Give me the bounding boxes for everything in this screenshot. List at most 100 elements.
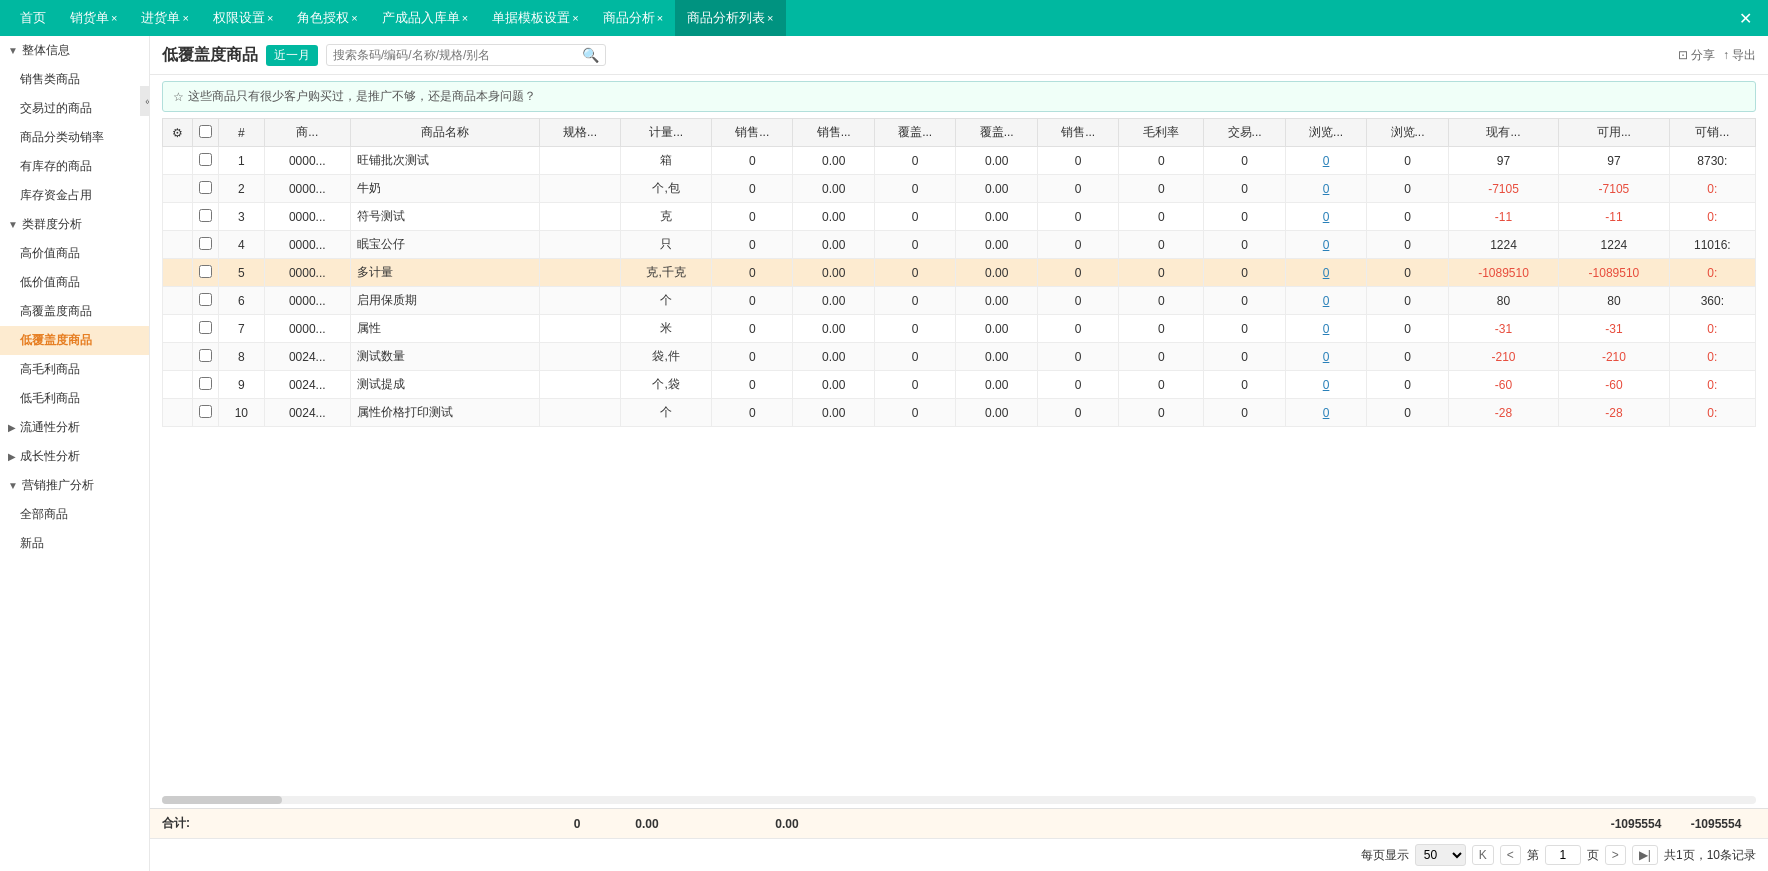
cell-checkbox[interactable] — [193, 203, 219, 231]
nav-close-permission[interactable]: × — [267, 12, 273, 24]
total-cover2: 0.00 — [752, 817, 822, 831]
cell-browse1[interactable]: 0 — [1285, 259, 1366, 287]
nav-sales[interactable]: 销货单 × — [58, 0, 129, 36]
page-number-input[interactable] — [1545, 845, 1581, 865]
sidebar-item-high-margin[interactable]: 高毛利商品 — [0, 355, 149, 384]
row-checkbox[interactable] — [199, 293, 212, 306]
cell-browse1[interactable]: 0 — [1285, 147, 1366, 175]
sidebar-item-traded-goods[interactable]: 交易过的商品 — [0, 94, 149, 123]
sidebar-item-stocked-goods[interactable]: 有库存的商品 — [0, 152, 149, 181]
cell-checkbox[interactable] — [193, 343, 219, 371]
sidebar-item-new-goods[interactable]: 新品 — [0, 529, 149, 558]
nav-role[interactable]: 角色授权 × — [285, 0, 369, 36]
sidebar-item-all-goods[interactable]: 全部商品 — [0, 500, 149, 529]
sidebar-section-cluster[interactable]: ▼ 类群度分析 — [0, 210, 149, 239]
sidebar-collapse-btn[interactable]: « — [140, 86, 150, 116]
cell-checkbox[interactable] — [193, 399, 219, 427]
total-info: 共1页，10条记录 — [1664, 847, 1756, 864]
sidebar-item-high-coverage[interactable]: 高覆盖度商品 — [0, 297, 149, 326]
cell-checkbox[interactable] — [193, 287, 219, 315]
row-checkbox[interactable] — [199, 265, 212, 278]
cell-browse1[interactable]: 0 — [1285, 399, 1366, 427]
window-close-btn[interactable]: ✕ — [1731, 9, 1760, 28]
export-button[interactable]: ↑ 导出 — [1723, 47, 1756, 64]
cell-num: 6 — [219, 287, 265, 315]
nav-close-production[interactable]: × — [462, 12, 468, 24]
col-sales-amt: 销售... — [793, 119, 874, 147]
sidebar-item-category-rate[interactable]: 商品分类动销率 — [0, 123, 149, 152]
col-settings[interactable]: ⚙ — [163, 119, 193, 147]
sidebar-item-low-margin[interactable]: 低毛利商品 — [0, 384, 149, 413]
col-checkbox[interactable] — [193, 119, 219, 147]
period-button[interactable]: 近一月 — [266, 45, 318, 66]
cell-checkbox[interactable] — [193, 315, 219, 343]
sidebar-item-low-value[interactable]: 低价值商品 — [0, 268, 149, 297]
cell-checkbox[interactable] — [193, 175, 219, 203]
cell-browse1[interactable]: 0 — [1285, 175, 1366, 203]
select-all-checkbox[interactable] — [199, 125, 212, 138]
nav-close-analysis[interactable]: × — [657, 12, 663, 24]
nav-close-role[interactable]: × — [351, 12, 357, 24]
next-page-btn[interactable]: > — [1605, 845, 1626, 865]
cell-browse2: 0 — [1367, 175, 1448, 203]
cell-browse1[interactable]: 0 — [1285, 371, 1366, 399]
table-header-row: ⚙ # 商... 商品名称 规格... 计量... 销售... 销售... 覆盖… — [163, 119, 1756, 147]
nav-close-sales[interactable]: × — [111, 12, 117, 24]
nav-home[interactable]: 首页 — [8, 0, 58, 36]
scrollbar-thumb[interactable] — [162, 796, 282, 804]
search-icon[interactable]: 🔍 — [582, 47, 599, 63]
cell-sales2: 0 — [1037, 399, 1118, 427]
nav-purchase[interactable]: 进货单 × — [129, 0, 200, 36]
sidebar-section-marketing[interactable]: ▼ 营销推广分析 — [0, 471, 149, 500]
row-checkbox[interactable] — [199, 237, 212, 250]
cell-cover1: 0 — [874, 287, 955, 315]
row-checkbox[interactable] — [199, 349, 212, 362]
sidebar-section-circulation[interactable]: ▶ 流通性分析 — [0, 413, 149, 442]
cell-checkbox[interactable] — [193, 371, 219, 399]
nav-close-analysis-list[interactable]: × — [767, 12, 773, 24]
cell-gross-rate: 0 — [1119, 315, 1204, 343]
cell-checkbox[interactable] — [193, 147, 219, 175]
row-checkbox[interactable] — [199, 181, 212, 194]
cell-browse1[interactable]: 0 — [1285, 343, 1366, 371]
table-wrapper[interactable]: ⚙ # 商... 商品名称 规格... 计量... 销售... 销售... 覆盖… — [150, 118, 1768, 796]
nav-permission[interactable]: 权限设置 × — [201, 0, 285, 36]
nav-production[interactable]: 产成品入库单 × — [370, 0, 480, 36]
cell-trade: 0 — [1204, 287, 1285, 315]
share-button[interactable]: ⊡ 分享 — [1678, 47, 1715, 64]
cell-code: 0000... — [264, 259, 350, 287]
row-checkbox[interactable] — [199, 209, 212, 222]
cell-checkbox[interactable] — [193, 231, 219, 259]
cell-browse1[interactable]: 0 — [1285, 203, 1366, 231]
sidebar-item-inventory-capital[interactable]: 库存资金占用 — [0, 181, 149, 210]
nav-analysis[interactable]: 商品分析 × — [591, 0, 675, 36]
cell-current: -11 — [1448, 203, 1558, 231]
cell-current: 1224 — [1448, 231, 1558, 259]
horizontal-scrollbar[interactable] — [162, 796, 1756, 804]
cell-checkbox[interactable] — [193, 259, 219, 287]
first-page-btn[interactable]: K — [1472, 845, 1494, 865]
sidebar-section-overall[interactable]: ▼ 整体信息 — [0, 36, 149, 65]
cell-trade: 0 — [1204, 231, 1285, 259]
sidebar-item-high-value[interactable]: 高价值商品 — [0, 239, 149, 268]
page-size-select[interactable]: 50 100 — [1415, 844, 1466, 866]
nav-close-purchase[interactable]: × — [182, 12, 188, 24]
cell-browse1[interactable]: 0 — [1285, 287, 1366, 315]
row-checkbox[interactable] — [199, 405, 212, 418]
row-checkbox[interactable] — [199, 321, 212, 334]
nav-close-template[interactable]: × — [572, 12, 578, 24]
search-input[interactable] — [333, 48, 582, 62]
prev-page-btn[interactable]: < — [1500, 845, 1521, 865]
sidebar-item-sales-goods[interactable]: 销售类商品 — [0, 65, 149, 94]
row-checkbox[interactable] — [199, 153, 212, 166]
nav-analysis-list[interactable]: 商品分析列表 × — [675, 0, 785, 36]
sidebar-item-low-coverage[interactable]: 低覆盖度商品 — [0, 326, 149, 355]
sidebar-section-growth[interactable]: ▶ 成长性分析 — [0, 442, 149, 471]
nav-template[interactable]: 单据模板设置 × — [480, 0, 590, 36]
cell-browse1[interactable]: 0 — [1285, 315, 1366, 343]
cell-browse1[interactable]: 0 — [1285, 231, 1366, 259]
cell-name: 属性 — [350, 315, 539, 343]
table-body: 1 0000... 旺铺批次测试 箱 0 0.00 0 0.00 0 0 0 0… — [163, 147, 1756, 427]
row-checkbox[interactable] — [199, 377, 212, 390]
last-page-btn[interactable]: ▶| — [1632, 845, 1658, 865]
